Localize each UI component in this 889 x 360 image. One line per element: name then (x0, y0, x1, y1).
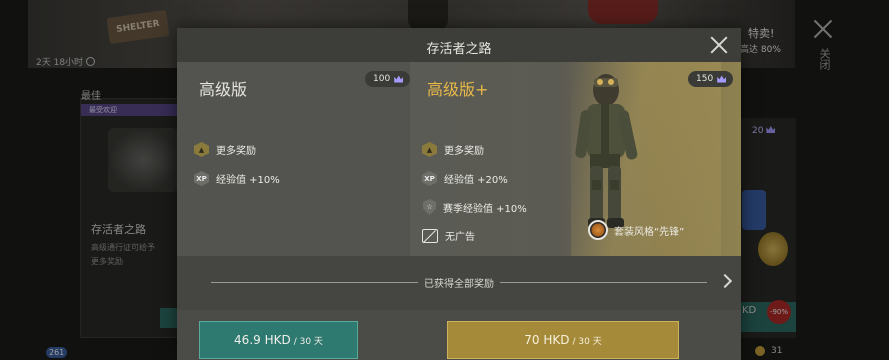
benefit-label: 经验值 +10% (216, 175, 280, 186)
benefit-label: 赛季经验值 +10% (443, 203, 527, 215)
benefit-label: 更多奖励 (444, 146, 484, 157)
modal-title: 存活者之路 (426, 42, 492, 57)
benefit-more-rewards: ▲ 更多奖励 (194, 142, 256, 157)
reward-icon: ▲ (194, 142, 209, 157)
vanguard-outfit-character (575, 74, 638, 228)
xp-icon: XP (194, 171, 209, 186)
close-icon[interactable] (710, 36, 728, 54)
tier-premium-name: 高级版 (199, 80, 248, 99)
benefit-no-ads: 无广告 (422, 228, 475, 243)
outfit-label: 套装风格“先锋” (614, 226, 685, 238)
season-xp-icon: ☆ (423, 199, 436, 215)
buy-plus-button[interactable]: 70 HKD / 30 天 (447, 321, 679, 359)
benefit-xp: XP 经验值 +20% (422, 171, 508, 186)
benefit-label: 更多奖励 (216, 146, 256, 157)
benefit-xp: XP 经验值 +10% (194, 171, 280, 186)
crown-icon (717, 75, 727, 83)
tier-premium-price: 100 (365, 71, 411, 87)
all-rewards-row[interactable]: 已获得全部奖励 (177, 256, 741, 310)
buy-plus-price: 70 HKD (524, 333, 570, 347)
buy-plus-period: / 30 天 (572, 336, 602, 347)
rewards-label: 已获得全部奖励 (418, 279, 500, 290)
tier-premium-price-value: 100 (373, 74, 391, 84)
benefit-season-xp: ☆ 赛季经验值 +10% (423, 199, 527, 215)
xp-icon: XP (422, 171, 437, 186)
outfit-reward[interactable]: 套装风格“先锋” (588, 220, 684, 240)
tier-plus-price-value: 150 (696, 74, 714, 84)
buy-premium-period: / 30 天 (293, 336, 323, 347)
no-ads-icon (422, 228, 438, 243)
benefit-label: 无广告 (445, 232, 475, 243)
benefit-label: 经验值 +20% (444, 175, 508, 186)
rewards-label-wrap: 已获得全部奖励 (177, 275, 741, 290)
reward-icon: ▲ (422, 142, 437, 157)
buy-premium-button[interactable]: 46.9 HKD / 30 天 (199, 321, 358, 359)
modal-header: 存活者之路 (177, 28, 741, 62)
tier-plus-name: 高级版+ (427, 80, 489, 99)
buy-premium-price: 46.9 HKD (234, 333, 291, 347)
outfit-icon (588, 220, 608, 240)
benefit-more-rewards: ▲ 更多奖励 (422, 142, 484, 157)
survivor-road-modal: 存活者之路 高级版 100 ▲ 更多奖励 XP 经验值 +10% 高级版+ 15… (177, 28, 741, 360)
crown-icon (394, 75, 404, 83)
tier-plus-price: 150 (688, 71, 734, 87)
tier-premium: 高级版 100 ▲ 更多奖励 XP 经验值 +10% (177, 62, 411, 284)
